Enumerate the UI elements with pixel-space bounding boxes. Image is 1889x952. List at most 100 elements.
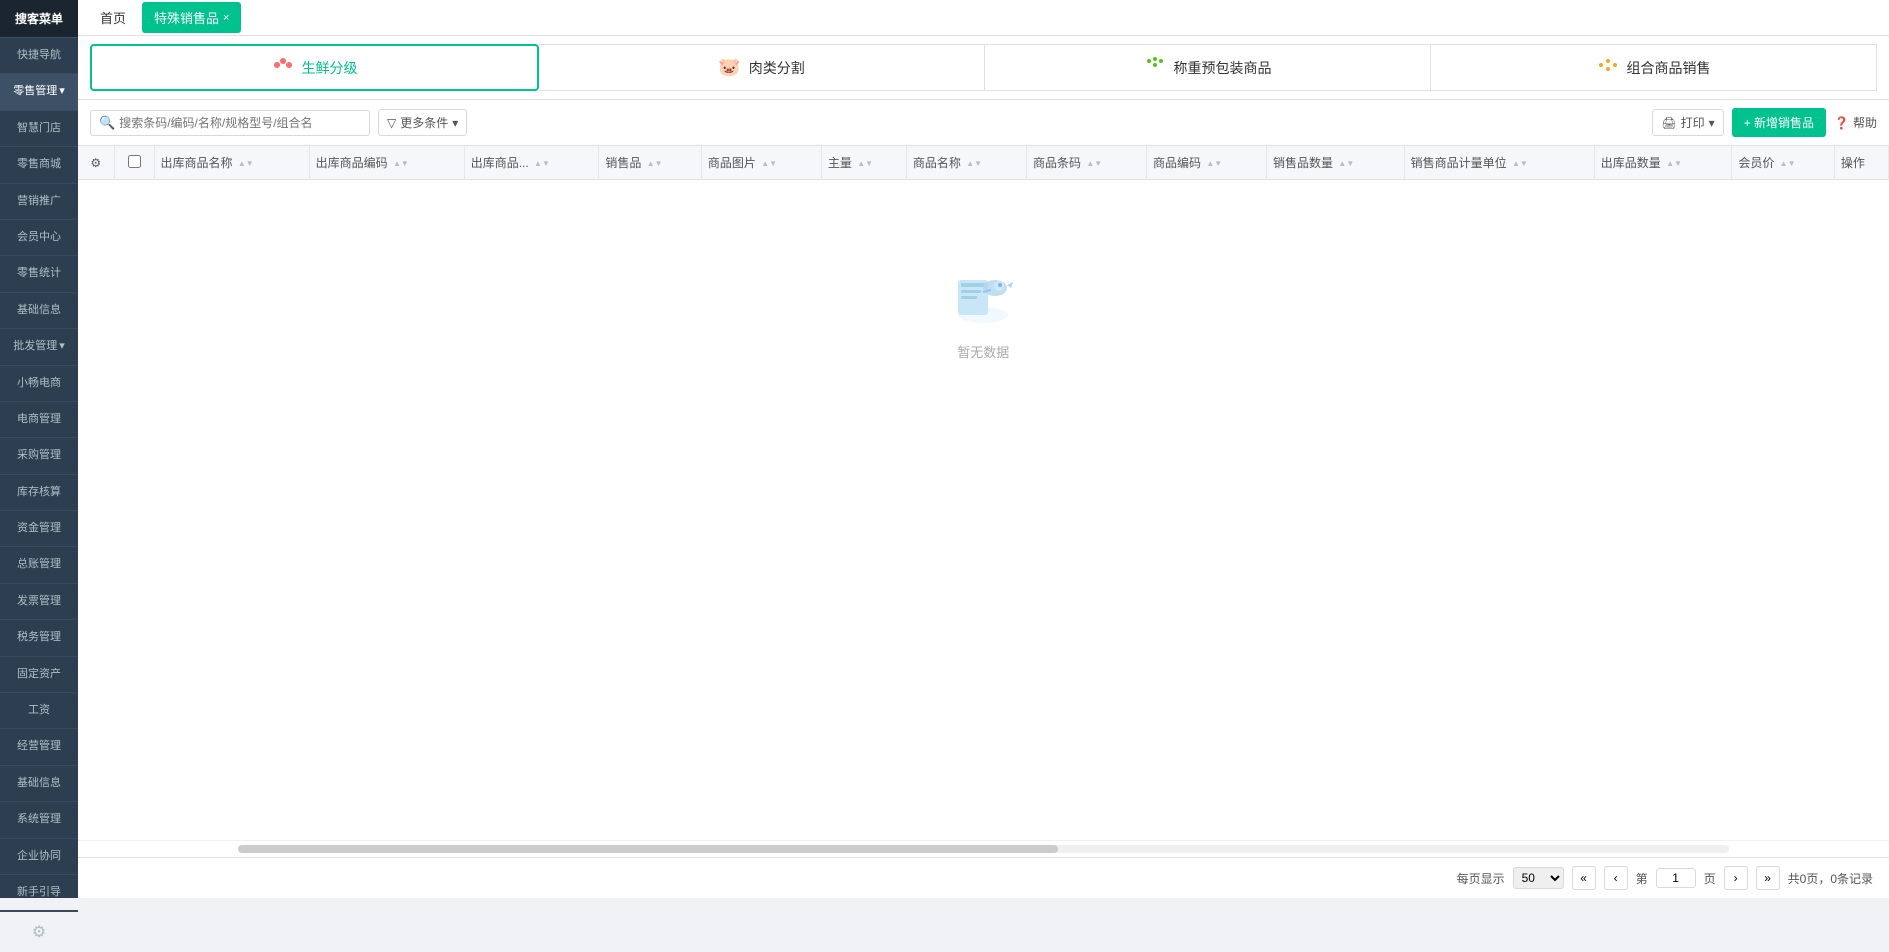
cat-tab-meat-cutting[interactable]: 🐷 肉类分割: [539, 44, 985, 91]
sort-icon: ▲▼: [534, 159, 550, 168]
print-button[interactable]: 🖨 打印 ▾: [1652, 109, 1723, 136]
sidebar-item-invoice[interactable]: 发票管理: [0, 584, 78, 620]
table-header-member-price[interactable]: 会员价 ▲▼: [1732, 146, 1835, 180]
new-product-button[interactable]: + 新增销售品: [1732, 108, 1826, 137]
page-size-label: 每页显示: [1457, 870, 1505, 887]
cat-tab-fresh-grading[interactable]: 生鲜分级: [90, 44, 539, 91]
sidebar: 搜客菜单 快捷导航 零售管理 ▾ 智慧门店 零售商城 营销推广 会员中心 零售统…: [0, 0, 78, 898]
sort-icon: ▲▼: [647, 159, 663, 168]
filter-button[interactable]: ▽ 更多条件 ▾: [378, 109, 467, 136]
chevron-down-icon: ▾: [452, 116, 458, 130]
sidebar-item-fixed-assets[interactable]: 固定资产: [0, 657, 78, 693]
sidebar-item-wholesale[interactable]: 批发管理 ▾: [0, 329, 78, 365]
table-header-warehouse-product[interactable]: 出库商品... ▲▼: [464, 146, 599, 180]
tab-home[interactable]: 首页: [88, 2, 138, 33]
search-input[interactable]: [119, 116, 359, 130]
prev-page-button[interactable]: ‹: [1604, 866, 1628, 890]
cat-tab-weigh-prepack[interactable]: 称重预包装商品: [985, 44, 1431, 91]
help-button[interactable]: ❓ 帮助: [1834, 114, 1877, 131]
sidebar-item-finance[interactable]: 资金管理: [0, 511, 78, 547]
table-header-operation: 操作: [1834, 146, 1888, 180]
sort-icon: ▲▼: [1666, 159, 1682, 168]
sidebar-item-business[interactable]: 经营管理: [0, 729, 78, 765]
page-size-select[interactable]: 50 10 20 100: [1513, 867, 1564, 889]
fresh-grading-icon: [272, 56, 294, 79]
sidebar-bottom: ⚙: [0, 911, 78, 952]
table-header-settings[interactable]: ⚙: [78, 146, 114, 180]
page-label: 第: [1636, 870, 1648, 887]
pagination: 每页显示 50 10 20 100 « ‹ 第 页 › » 共0页，0条记录: [78, 857, 1889, 898]
page-input[interactable]: [1656, 868, 1696, 888]
sidebar-item-retail-mall[interactable]: 零售商城: [0, 147, 78, 183]
first-page-button[interactable]: «: [1572, 866, 1596, 890]
table-header-main-qty[interactable]: 主量 ▲▼: [821, 146, 906, 180]
table-header-checkbox[interactable]: [114, 146, 154, 180]
sort-icon: ▲▼: [857, 159, 873, 168]
tab-close-icon[interactable]: ×: [223, 12, 229, 24]
table-header-product-image[interactable]: 商品图片 ▲▼: [701, 146, 821, 180]
sidebar-item-ecommerce-small[interactable]: 小畅电商: [0, 366, 78, 402]
table-header-sale-unit[interactable]: 销售商品计量单位 ▲▼: [1404, 146, 1594, 180]
sidebar-item-inventory[interactable]: 库存核算: [0, 475, 78, 511]
sidebar-item-member-center[interactable]: 会员中心: [0, 220, 78, 256]
scrollbar-thumb[interactable]: [238, 845, 1058, 853]
search-icon: 🔍: [99, 115, 115, 131]
table-container: ⚙ 出库商品名称 ▲▼ 出库商品编码 ▲▼ 出库商品... ▲▼: [78, 146, 1889, 840]
sidebar-item-ledger[interactable]: 总账管理: [0, 547, 78, 583]
total-info: 共0页，0条记录: [1788, 870, 1873, 887]
sidebar-item-basic-info-2[interactable]: 基础信息: [0, 766, 78, 802]
sidebar-item-purchase[interactable]: 采购管理: [0, 438, 78, 474]
page-unit: 页: [1704, 870, 1716, 887]
table-header-warehouse-name[interactable]: 出库商品名称 ▲▼: [154, 146, 309, 180]
sidebar-item-system[interactable]: 系统管理: [0, 802, 78, 838]
scale-icon: [1144, 56, 1166, 79]
sort-icon: ▲▼: [238, 159, 254, 168]
table-header-sale-item[interactable]: 销售品 ▲▼: [599, 146, 702, 180]
toolbar-right: 🖨 打印 ▾ + 新增销售品 ❓ 帮助: [1652, 108, 1877, 137]
sidebar-item-ecommerce-manage[interactable]: 电商管理: [0, 402, 78, 438]
horizontal-scrollbar[interactable]: [238, 845, 1729, 853]
table-header-product-code[interactable]: 商品编码 ▲▼: [1147, 146, 1267, 180]
sort-icon: ▲▼: [761, 159, 777, 168]
empty-state: 暂无数据: [78, 180, 1889, 441]
help-icon: ❓: [1834, 116, 1849, 130]
filter-icon: ▽: [387, 116, 396, 130]
toolbar-left: 🔍 ▽ 更多条件 ▾: [90, 109, 467, 136]
table-header-product-barcode[interactable]: 商品条码 ▲▼: [1026, 146, 1146, 180]
sidebar-item-basic-info-1[interactable]: 基础信息: [0, 293, 78, 329]
sort-icon: ▲▼: [1206, 159, 1222, 168]
select-all-checkbox[interactable]: [128, 155, 141, 168]
chevron-down-icon: ▾: [59, 84, 65, 99]
table-header-sale-qty[interactable]: 销售品数量 ▲▼: [1267, 146, 1405, 180]
sort-icon: ▲▼: [966, 159, 982, 168]
sidebar-item-tax[interactable]: 税务管理: [0, 620, 78, 656]
product-table: ⚙ 出库商品名称 ▲▼ 出库商品编码 ▲▼ 出库商品... ▲▼: [78, 146, 1889, 441]
empty-text: 暂无数据: [957, 342, 1009, 361]
table-header-warehouse-qty[interactable]: 出库品数量 ▲▼: [1594, 146, 1732, 180]
sidebar-item-marketing[interactable]: 营销推广: [0, 184, 78, 220]
print-icon: 🖨: [1661, 116, 1676, 130]
next-page-button[interactable]: ›: [1724, 866, 1748, 890]
main-content: 首页 特殊销售品 × 生鲜分级 🐷 肉类分割: [78, 0, 1889, 898]
sidebar-item-retail-manage[interactable]: 零售管理 ▾: [0, 74, 78, 110]
search-box[interactable]: 🔍: [90, 110, 370, 136]
combo-icon: [1597, 56, 1619, 79]
sort-icon: ▲▼: [1086, 159, 1102, 168]
sidebar-item-salary[interactable]: 工资: [0, 693, 78, 729]
sidebar-item-guide[interactable]: 新手引导: [0, 875, 78, 911]
toolbar: 🔍 ▽ 更多条件 ▾ 🖨 打印 ▾ + 新增销售品 ❓ 帮助: [78, 100, 1889, 146]
sidebar-item-retail-stats[interactable]: 零售统计: [0, 256, 78, 292]
cat-tab-combo-sales[interactable]: 组合商品销售: [1431, 44, 1877, 91]
sort-icon: ▲▼: [1512, 159, 1528, 168]
chevron-down-icon: ▾: [59, 339, 65, 354]
sidebar-item-smart-store[interactable]: 智慧门店: [0, 111, 78, 147]
chevron-down-icon: ▾: [1709, 116, 1715, 130]
header-tabs: 首页 特殊销售品 ×: [78, 0, 1889, 36]
tab-special-sales[interactable]: 特殊销售品 ×: [142, 2, 241, 33]
sidebar-item-quick-nav[interactable]: 快捷导航: [0, 38, 78, 74]
gear-icon[interactable]: ⚙: [0, 912, 78, 952]
table-header-warehouse-code[interactable]: 出库商品编码 ▲▼: [309, 146, 464, 180]
last-page-button[interactable]: »: [1756, 866, 1780, 890]
table-header-product-name[interactable]: 商品名称 ▲▼: [906, 146, 1026, 180]
sidebar-item-enterprise[interactable]: 企业协同: [0, 839, 78, 875]
